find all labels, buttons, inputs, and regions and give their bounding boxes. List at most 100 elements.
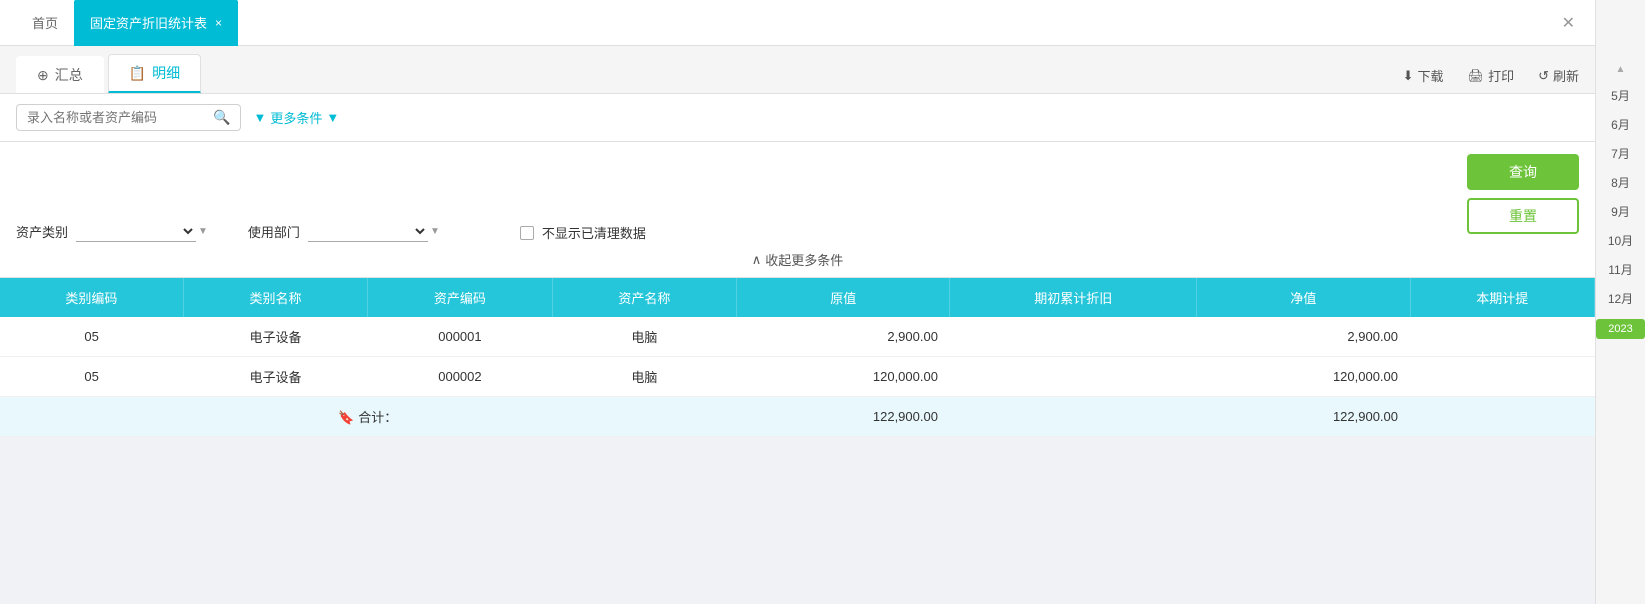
- cell-asset-code: 000001: [368, 317, 552, 357]
- month-item[interactable]: 6月: [1604, 110, 1637, 139]
- sub-tabs-left: ⊕ 汇总 📋 明细: [16, 54, 201, 93]
- more-filter-chevron: ▼: [326, 110, 339, 125]
- hide-cleared-field: 不显示已清理数据: [520, 223, 646, 242]
- tab-label: 固定资产折旧统计表: [90, 13, 207, 32]
- col-current-period: 本期计提: [1410, 278, 1594, 317]
- cell-category-code: 05: [0, 357, 183, 397]
- print-label: 打印: [1488, 66, 1514, 85]
- month-item[interactable]: 7月: [1604, 139, 1637, 168]
- month-item[interactable]: 5月: [1604, 81, 1637, 110]
- cell-asset-code: 000002: [368, 357, 552, 397]
- cell-accumulated-dep: [950, 317, 1197, 357]
- table-header-row: 类别编码 类别名称 资产编码 资产名称 原值 期初累计折旧 净值 本期计提: [0, 278, 1595, 317]
- summary-asset-name: [552, 397, 736, 437]
- month-item[interactable]: 8月: [1604, 168, 1637, 197]
- tab-summary-label: 汇总: [55, 65, 83, 85]
- summary-original-value: 122,900.00: [737, 397, 950, 437]
- asset-type-select-wrap: ▼: [76, 220, 208, 242]
- detail-icon: 📋: [129, 65, 146, 82]
- col-accumulated-depreciation: 期初累计折旧: [950, 278, 1197, 317]
- col-category-name: 类别名称: [183, 278, 367, 317]
- col-category-code: 类别编码: [0, 278, 183, 317]
- summary-icon: ⊕: [37, 67, 49, 84]
- month-item[interactable]: 11月: [1604, 255, 1637, 284]
- col-asset-code: 资产编码: [368, 278, 552, 317]
- cell-category-code: 05: [0, 317, 183, 357]
- cell-asset-name: 电脑: [552, 317, 736, 357]
- cell-net-value: 2,900.00: [1197, 317, 1410, 357]
- hide-cleared-checkbox[interactable]: [520, 226, 534, 240]
- summary-net-value: 122,900.00: [1197, 397, 1410, 437]
- print-button[interactable]: 🖨 打印: [1468, 66, 1515, 85]
- search-bar: 🔍 ▼ 更多条件 ▼: [0, 94, 1595, 142]
- data-table-wrap: 类别编码 类别名称 资产编码 资产名称 原值 期初累计折旧 净值 本期计提 05…: [0, 278, 1595, 437]
- download-button[interactable]: ⬇ 下载: [1403, 66, 1444, 85]
- search-input-wrap: 🔍: [16, 104, 241, 131]
- download-label: 下载: [1418, 66, 1444, 85]
- department-label: 使用部门: [248, 222, 300, 241]
- asset-type-field: 资产类别 ▼: [16, 220, 208, 242]
- query-button[interactable]: 查询: [1467, 154, 1579, 190]
- cell-original-value: 2,900.00: [737, 317, 950, 357]
- cell-category-name: 电子设备: [183, 357, 367, 397]
- collapse-button[interactable]: ∧ 收起更多条件: [16, 242, 1579, 277]
- asset-type-chevron: ▼: [198, 226, 208, 237]
- cell-category-name: 电子设备: [183, 317, 367, 357]
- table-row: 05 电子设备 000002 电脑 120,000.00 120,000.00: [0, 357, 1595, 397]
- year-badge[interactable]: 2023: [1596, 319, 1645, 339]
- month-item[interactable]: 10月: [1604, 226, 1637, 255]
- summary-label: 🔖合计：: [183, 397, 552, 437]
- scroll-up-button[interactable]: ▲: [1596, 60, 1645, 79]
- cell-accumulated-dep: [950, 357, 1197, 397]
- asset-type-label: 资产类别: [16, 222, 68, 241]
- active-tab[interactable]: 固定资产折旧统计表 ×: [74, 0, 238, 46]
- month-item[interactable]: 9月: [1604, 197, 1637, 226]
- cell-net-value: 120,000.00: [1197, 357, 1410, 397]
- reset-button[interactable]: 重置: [1467, 198, 1579, 234]
- refresh-button[interactable]: ↺ 刷新: [1538, 66, 1579, 85]
- cell-original-value: 120,000.00: [737, 357, 950, 397]
- tab-summary[interactable]: ⊕ 汇总: [16, 56, 104, 93]
- window-close-button[interactable]: ✕: [1562, 13, 1575, 33]
- summary-row: 🔖合计： 122,900.00 122,900.00: [0, 397, 1595, 437]
- asset-type-select[interactable]: [76, 220, 196, 242]
- tab-detail[interactable]: 📋 明细: [108, 54, 201, 93]
- col-original-value: 原值: [737, 278, 950, 317]
- summary-accumulated-dep: [950, 397, 1197, 437]
- cell-current-period: [1410, 317, 1594, 357]
- hide-cleared-label: 不显示已清理数据: [542, 223, 646, 242]
- filter-buttons: 查询 重置: [1467, 154, 1579, 242]
- department-field: 使用部门 ▼: [248, 220, 440, 242]
- month-panel: ▲ 5月6月7月8月9月10月11月12月 2023: [1595, 0, 1645, 604]
- top-nav: 首页 固定资产折旧统计表 × ✕: [0, 0, 1595, 46]
- month-item[interactable]: 12月: [1604, 284, 1637, 313]
- department-chevron: ▼: [430, 226, 440, 237]
- col-asset-name: 资产名称: [552, 278, 736, 317]
- more-filter-button[interactable]: ▼ 更多条件 ▼: [253, 108, 339, 127]
- sub-tabs-bar: ⊕ 汇总 📋 明细 ⬇ 下载 🖨 打印 ↺ 刷新: [0, 46, 1595, 94]
- tab-close-icon[interactable]: ×: [215, 16, 222, 30]
- tab-detail-label: 明细: [152, 63, 180, 83]
- cell-asset-name: 电脑: [552, 357, 736, 397]
- home-tab[interactable]: 首页: [16, 13, 74, 32]
- filter-icon: ▼: [253, 110, 266, 125]
- data-table: 类别编码 类别名称 资产编码 资产名称 原值 期初累计折旧 净值 本期计提 05…: [0, 278, 1595, 437]
- summary-icon-cell: [0, 397, 183, 437]
- refresh-icon: ↺: [1538, 68, 1549, 84]
- collapse-label: 收起更多条件: [765, 250, 843, 269]
- collapse-icon: ∧: [752, 252, 762, 268]
- action-buttons: ⬇ 下载 🖨 打印 ↺ 刷新: [1403, 66, 1579, 93]
- col-net-value: 净值: [1197, 278, 1410, 317]
- download-icon: ⬇: [1403, 68, 1414, 84]
- search-icon: 🔍: [213, 109, 230, 126]
- refresh-label: 刷新: [1553, 66, 1579, 85]
- more-filter-label: 更多条件: [270, 108, 322, 127]
- filter-row: 资产类别 ▼ 使用部门 ▼ 不显示已清理数: [0, 142, 1595, 278]
- print-icon: 🖨: [1468, 68, 1485, 84]
- table-row: 05 电子设备 000001 电脑 2,900.00 2,900.00: [0, 317, 1595, 357]
- cell-current-period: [1410, 357, 1594, 397]
- department-select[interactable]: [308, 220, 428, 242]
- filter-fields: 资产类别 ▼ 使用部门 ▼ 不显示已清理数: [16, 154, 1579, 242]
- department-select-wrap: ▼: [308, 220, 440, 242]
- search-input[interactable]: [27, 110, 207, 125]
